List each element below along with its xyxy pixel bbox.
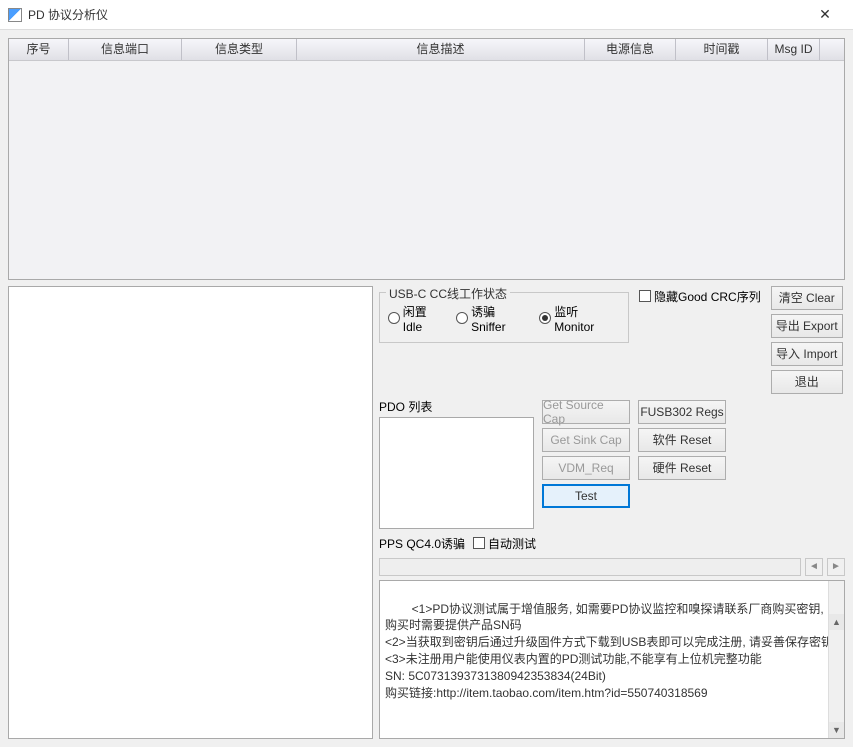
clear-button[interactable]: 清空 Clear — [771, 286, 843, 310]
sw-reset-button[interactable]: 软件 Reset — [638, 428, 726, 452]
hide-crc-checkbox[interactable]: 隐藏Good CRC序列 — [639, 288, 761, 305]
usbcc-groupbox: USB-C CC线工作状态 闲置 Idle 诱骗 Sniffer 监听 M — [379, 292, 629, 343]
get-sink-cap-button[interactable]: Get Sink Cap — [542, 428, 630, 452]
col-type[interactable]: 信息类型 — [182, 39, 297, 60]
col-port[interactable]: 信息端口 — [69, 39, 182, 60]
radio-idle[interactable]: 闲置 Idle — [388, 303, 448, 334]
auto-test-checkbox[interactable]: 自动测试 — [473, 535, 536, 552]
radio-monitor-label: 监听 Monitor — [554, 303, 620, 334]
radio-icon — [539, 312, 551, 324]
info-textarea[interactable]: <1>PD协议测试属于增值服务, 如需要PD协议监控和嗅探请联系厂商购买密钥, … — [379, 580, 845, 739]
pps-slider[interactable] — [379, 558, 801, 576]
exit-button[interactable]: 退出 — [771, 370, 843, 394]
col-power[interactable]: 电源信息 — [585, 39, 676, 60]
get-source-cap-button[interactable]: Get Source Cap — [542, 400, 630, 424]
pps-label: PPS QC4.0诱骗 — [379, 535, 465, 552]
titlebar: PD 协议分析仪 ✕ — [0, 0, 853, 30]
usbcc-title: USB-C CC线工作状态 — [386, 285, 510, 302]
app-icon — [8, 8, 22, 22]
col-msgid[interactable]: Msg ID — [768, 39, 820, 60]
scrollbar-vertical[interactable]: ▲ ▼ — [828, 581, 844, 738]
radio-monitor[interactable]: 监听 Monitor — [539, 303, 620, 334]
radio-sniffer-label: 诱骗 Sniffer — [471, 303, 531, 334]
col-timestamp[interactable]: 时间戳 — [676, 39, 768, 60]
col-spacer — [820, 39, 844, 60]
scroll-up-icon[interactable]: ▲ — [829, 614, 844, 630]
fusb302-regs-button[interactable]: FUSB302 Regs — [638, 400, 726, 424]
slider-left-icon[interactable]: ◄ — [805, 558, 823, 576]
test-button[interactable]: Test — [542, 484, 630, 508]
hide-crc-label: 隐藏Good CRC序列 — [654, 288, 761, 305]
window-title: PD 协议分析仪 — [28, 6, 805, 23]
checkbox-icon — [639, 290, 651, 302]
col-desc[interactable]: 信息描述 — [297, 39, 585, 60]
info-text-content: <1>PD协议测试属于增值服务, 如需要PD协议监控和嗅探请联系厂商购买密钥, … — [385, 602, 833, 700]
export-button[interactable]: 导出 Export — [771, 314, 843, 338]
pdo-listbox[interactable] — [379, 417, 534, 529]
scroll-down-icon[interactable]: ▼ — [829, 722, 844, 738]
hw-reset-button[interactable]: 硬件 Reset — [638, 456, 726, 480]
message-table: 序号 信息端口 信息类型 信息描述 电源信息 时间戳 Msg ID — [8, 38, 845, 280]
table-body[interactable] — [9, 61, 844, 279]
radio-idle-label: 闲置 Idle — [403, 303, 449, 334]
col-seq[interactable]: 序号 — [9, 39, 69, 60]
vdm-req-button[interactable]: VDM_Req — [542, 456, 630, 480]
pps-slider-row: ◄ ► — [379, 558, 845, 576]
import-button[interactable]: 导入 Import — [771, 342, 843, 366]
checkbox-icon — [473, 537, 485, 549]
close-button[interactable]: ✕ — [805, 1, 845, 29]
radio-icon — [388, 312, 400, 324]
pdo-label: PDO 列表 — [379, 398, 534, 415]
table-header: 序号 信息端口 信息类型 信息描述 电源信息 时间戳 Msg ID — [9, 39, 844, 61]
auto-test-label: 自动测试 — [488, 535, 536, 552]
detail-panel[interactable] — [8, 286, 373, 739]
slider-right-icon[interactable]: ► — [827, 558, 845, 576]
radio-icon — [456, 312, 468, 324]
radio-sniffer[interactable]: 诱骗 Sniffer — [456, 303, 531, 334]
